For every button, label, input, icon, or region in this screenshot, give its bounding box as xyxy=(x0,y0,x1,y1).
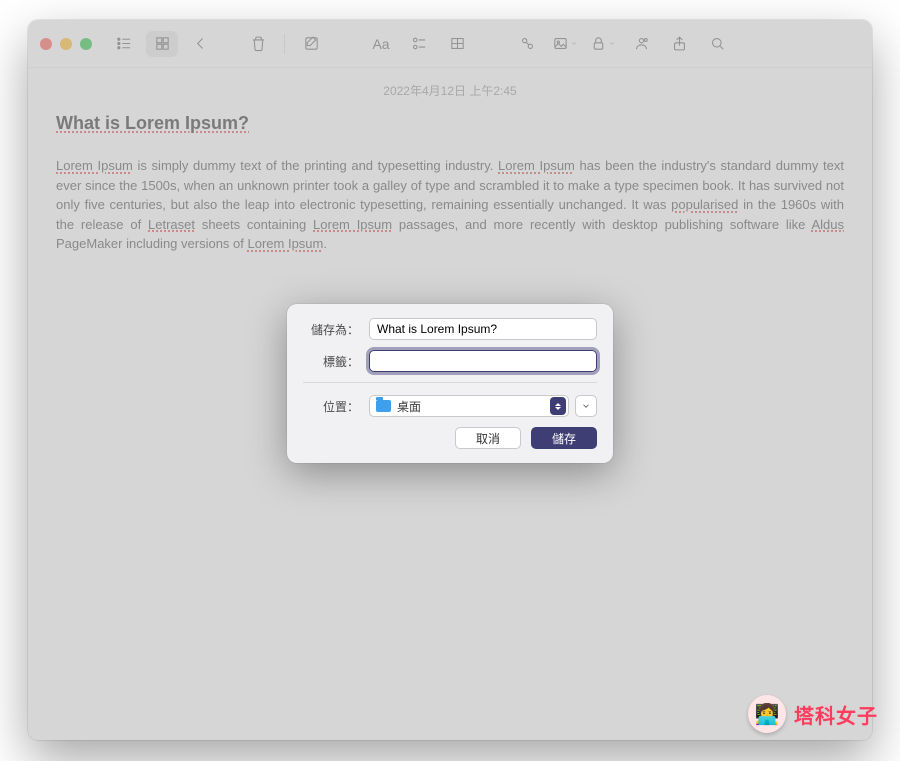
share-icon[interactable] xyxy=(663,31,695,57)
minimize-window-button[interactable] xyxy=(60,38,72,50)
link-icon[interactable] xyxy=(511,31,543,57)
font-icon[interactable]: Aa xyxy=(365,31,397,57)
stepper-icon xyxy=(550,397,566,415)
cancel-button[interactable]: 取消 xyxy=(455,427,521,449)
tags-label: 標籤： xyxy=(303,353,359,370)
save-dialog: 儲存為： 標籤： 位置： 桌面 取消 儲存 xyxy=(287,304,613,463)
watermark-avatar: 👩‍💻 xyxy=(748,695,786,733)
note-paragraph[interactable]: Lorem Ipsum is simply dummy text of the … xyxy=(56,156,844,254)
spellcheck-word: Aldus xyxy=(811,217,844,232)
checklist-icon[interactable] xyxy=(403,31,435,57)
grid-view-icon[interactable] xyxy=(146,31,178,57)
close-window-button[interactable] xyxy=(40,38,52,50)
spellcheck-word: Letraset xyxy=(148,217,195,232)
search-icon[interactable] xyxy=(701,31,733,57)
watermark: 👩‍💻 塔科女子 xyxy=(748,695,878,733)
spellcheck-word: popularised xyxy=(671,197,738,212)
compose-icon[interactable] xyxy=(295,31,327,57)
location-label: 位置： xyxy=(303,398,359,415)
window-controls xyxy=(40,38,92,50)
photos-icon[interactable] xyxy=(549,31,581,57)
spellcheck-word: Lorem Ipsum xyxy=(56,158,133,173)
note-timestamp: 2022年4月12日 上午2:45 xyxy=(56,82,844,99)
save-as-input[interactable] xyxy=(369,318,597,340)
location-value: 桌面 xyxy=(397,398,544,415)
collaborate-icon[interactable] xyxy=(625,31,657,57)
toolbar: Aa xyxy=(28,20,872,68)
tags-input[interactable] xyxy=(369,350,597,372)
spellcheck-word: Lorem Ipsum xyxy=(498,158,575,173)
watermark-text: 塔科女子 xyxy=(794,700,878,729)
trash-icon[interactable] xyxy=(242,31,274,57)
location-select[interactable]: 桌面 xyxy=(369,395,569,417)
save-as-label: 儲存為： xyxy=(303,321,359,338)
spellcheck-word: Lorem Ipsum xyxy=(313,217,392,232)
notes-window: Aa 2022年4月12日 上午2:45 What is Lorem Ipsum… xyxy=(28,20,872,740)
lock-icon[interactable] xyxy=(587,31,619,57)
save-button[interactable]: 儲存 xyxy=(531,427,597,449)
toolbar-separator xyxy=(284,34,285,54)
note-title[interactable]: What is Lorem Ipsum? xyxy=(56,113,844,134)
back-icon[interactable] xyxy=(184,31,216,57)
note-content: 2022年4月12日 上午2:45 What is Lorem Ipsum? L… xyxy=(28,68,872,268)
folder-icon xyxy=(376,400,391,412)
spellcheck-word: What is Lorem Ipsum? xyxy=(56,113,249,133)
expand-dialog-button[interactable] xyxy=(575,395,597,417)
spellcheck-word: Lorem Ipsum xyxy=(248,236,324,251)
table-icon[interactable] xyxy=(441,31,473,57)
list-view-icon[interactable] xyxy=(108,31,140,57)
maximize-window-button[interactable] xyxy=(80,38,92,50)
dialog-separator xyxy=(303,382,597,383)
